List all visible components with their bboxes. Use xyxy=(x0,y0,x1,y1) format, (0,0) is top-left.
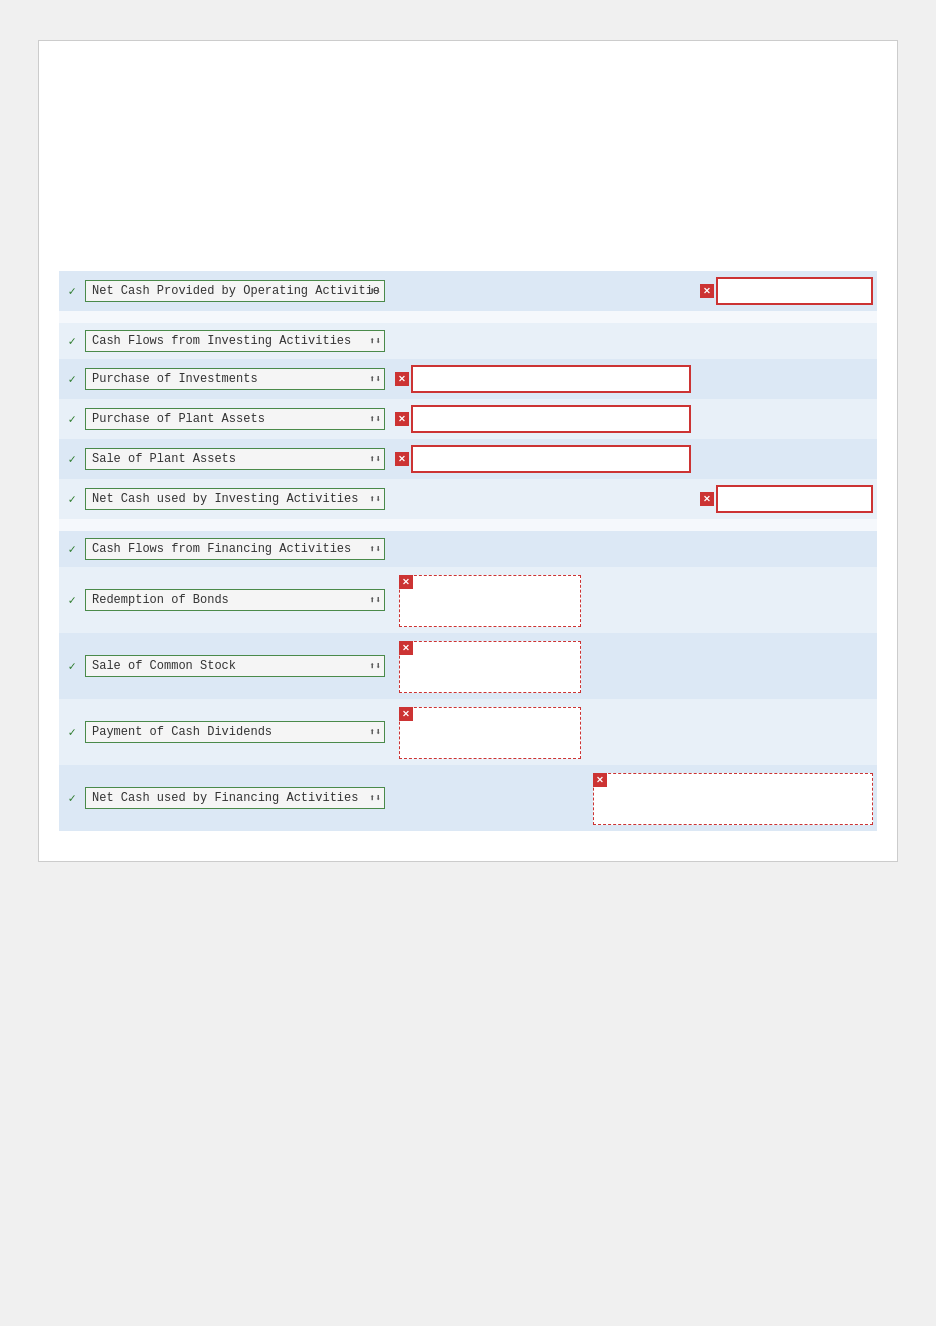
row-purchase-plant: ✓ Purchase of Plant Assets ⬆⬇ ✕ xyxy=(59,399,877,439)
input-purchase-plant[interactable] xyxy=(411,405,691,433)
input-investing-net[interactable] xyxy=(716,485,873,513)
select-investing-net[interactable]: Net Cash used by Investing Activities xyxy=(85,488,385,510)
checkbox-sale-plant[interactable]: ✓ xyxy=(63,452,81,467)
checkbox-financing-net[interactable]: ✓ xyxy=(63,791,81,806)
select-purchase-plant[interactable]: Purchase of Plant Assets xyxy=(85,408,385,430)
input-operating-net[interactable] xyxy=(716,277,873,305)
row-sale-plant: ✓ Sale of Plant Assets ⬆⬇ ✕ xyxy=(59,439,877,479)
input-area-sale-plant: ✕ xyxy=(395,445,873,473)
select-sale-plant[interactable]: Sale of Plant Assets xyxy=(85,448,385,470)
select-wrapper-redemption-bonds: Redemption of Bonds ⬆⬇ xyxy=(85,589,385,611)
input-area-redemption-bonds: ✕ xyxy=(395,573,873,627)
select-wrapper-purchase-investments: Purchase of Investments ⬆⬇ xyxy=(85,368,385,390)
input-area-financing-net: ✕ xyxy=(395,771,873,825)
select-wrapper-sale-plant: Sale of Plant Assets ⬆⬇ xyxy=(85,448,385,470)
input-purchase-investments[interactable] xyxy=(411,365,691,393)
select-financing-header[interactable]: Cash Flows from Financing Activities xyxy=(85,538,385,560)
input-area-purchase-investments: ✕ xyxy=(395,365,873,393)
x-button-operating-net[interactable]: ✕ xyxy=(700,284,714,298)
row-redemption-bonds: ✓ Redemption of Bonds ⬆⬇ ✕ xyxy=(59,567,877,633)
checkbox-redemption-bonds[interactable]: ✓ xyxy=(63,593,81,608)
select-wrapper-investing-header: Cash Flows from Investing Activities ⬆⬇ xyxy=(85,330,385,352)
right-input-wrapper-investing-net: ✕ xyxy=(700,485,873,513)
input-with-x-financing-net: ✕ xyxy=(593,773,873,825)
select-investing-header[interactable]: Cash Flows from Investing Activities xyxy=(85,330,385,352)
x-button-purchase-investments[interactable]: ✕ xyxy=(395,372,409,386)
select-payment-dividends[interactable]: Payment of Cash Dividends xyxy=(85,721,385,743)
input-area-investing-net: ✕ xyxy=(395,485,873,513)
x-button-sale-common-stock[interactable]: ✕ xyxy=(399,641,413,655)
x-button-financing-net[interactable]: ✕ xyxy=(593,773,607,787)
row-payment-dividends: ✓ Payment of Cash Dividends ⬆⬇ ✕ xyxy=(59,699,877,765)
row-sale-common-stock: ✓ Sale of Common Stock ⬆⬇ ✕ xyxy=(59,633,877,699)
checkbox-investing-net[interactable]: ✓ xyxy=(63,492,81,507)
checkbox-operating-net[interactable]: ✓ xyxy=(63,284,81,299)
textarea-redemption-bonds[interactable] xyxy=(399,575,581,627)
checkbox-purchase-plant[interactable]: ✓ xyxy=(63,412,81,427)
select-purchase-investments[interactable]: Purchase of Investments xyxy=(85,368,385,390)
checkbox-financing-header[interactable]: ✓ xyxy=(63,542,81,557)
input-with-x-payment-dividends: ✕ xyxy=(399,707,581,759)
x-button-sale-plant[interactable]: ✕ xyxy=(395,452,409,466)
select-wrapper-financing-header: Cash Flows from Financing Activities ⬆⬇ xyxy=(85,538,385,560)
textarea-financing-net[interactable] xyxy=(593,773,873,825)
input-area-operating-net: ✕ xyxy=(395,277,873,305)
select-wrapper-investing-net: Net Cash used by Investing Activities ⬆⬇ xyxy=(85,488,385,510)
spacer-1 xyxy=(59,311,877,323)
x-button-purchase-plant[interactable]: ✕ xyxy=(395,412,409,426)
checkbox-purchase-investments[interactable]: ✓ xyxy=(63,372,81,387)
spacer-2 xyxy=(59,519,877,531)
select-wrapper-payment-dividends: Payment of Cash Dividends ⬆⬇ xyxy=(85,721,385,743)
x-button-investing-net[interactable]: ✕ xyxy=(700,492,714,506)
row-financing-header: ✓ Cash Flows from Financing Activities ⬆… xyxy=(59,531,877,567)
input-sale-plant[interactable] xyxy=(411,445,691,473)
x-button-redemption-bonds[interactable]: ✕ xyxy=(399,575,413,589)
row-investing-net: ✓ Net Cash used by Investing Activities … xyxy=(59,479,877,519)
select-redemption-bonds[interactable]: Redemption of Bonds xyxy=(85,589,385,611)
select-financing-net[interactable]: Net Cash used by Financing Activities xyxy=(85,787,385,809)
select-wrapper-financing-net: Net Cash used by Financing Activities ⬆⬇ xyxy=(85,787,385,809)
select-wrapper-purchase-plant: Purchase of Plant Assets ⬆⬇ xyxy=(85,408,385,430)
select-wrapper-operating-net: Net Cash Provided by Operating Activitie… xyxy=(85,280,385,302)
row-purchase-investments: ✓ Purchase of Investments ⬆⬇ ✕ xyxy=(59,359,877,399)
main-container: ✓ Net Cash Provided by Operating Activit… xyxy=(38,40,898,862)
row-operating-net: ✓ Net Cash Provided by Operating Activit… xyxy=(59,271,877,311)
select-sale-common-stock[interactable]: Sale of Common Stock xyxy=(85,655,385,677)
textarea-payment-dividends[interactable] xyxy=(399,707,581,759)
select-wrapper-sale-common-stock: Sale of Common Stock ⬆⬇ xyxy=(85,655,385,677)
input-with-x-redemption-bonds: ✕ xyxy=(399,575,581,627)
input-with-x-sale-common-stock: ✕ xyxy=(399,641,581,693)
row-investing-header: ✓ Cash Flows from Investing Activities ⬆… xyxy=(59,323,877,359)
right-input-wrapper-operating-net: ✕ xyxy=(700,277,873,305)
row-financing-net: ✓ Net Cash used by Financing Activities … xyxy=(59,765,877,831)
textarea-sale-common-stock[interactable] xyxy=(399,641,581,693)
checkbox-sale-common-stock[interactable]: ✓ xyxy=(63,659,81,674)
input-area-purchase-plant: ✕ xyxy=(395,405,873,433)
select-operating-net[interactable]: Net Cash Provided by Operating Activitie… xyxy=(85,280,385,302)
checkbox-payment-dividends[interactable]: ✓ xyxy=(63,725,81,740)
input-area-sale-common-stock: ✕ xyxy=(395,639,873,693)
input-area-payment-dividends: ✕ xyxy=(395,705,873,759)
x-button-payment-dividends[interactable]: ✕ xyxy=(399,707,413,721)
checkbox-investing-header[interactable]: ✓ xyxy=(63,334,81,349)
